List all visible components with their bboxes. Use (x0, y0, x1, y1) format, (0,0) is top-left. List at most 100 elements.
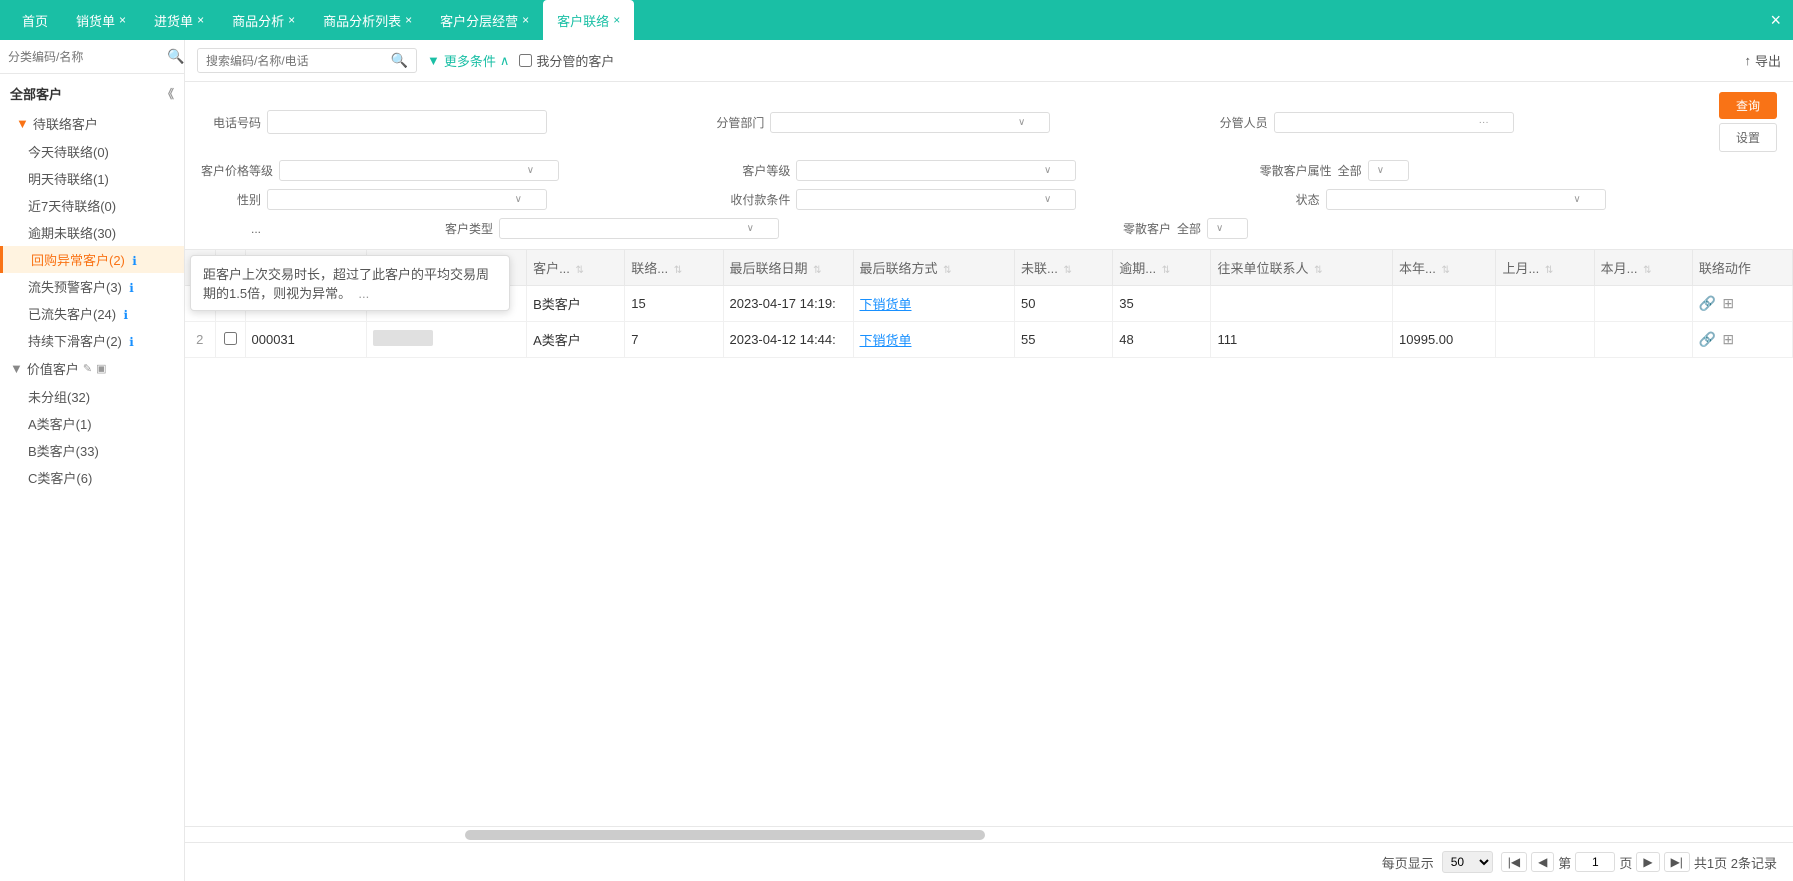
info-icon[interactable]: ℹ (123, 308, 128, 322)
nav-item-home[interactable]: 首页 (8, 0, 62, 40)
search-icon[interactable]: 🔍 (391, 52, 408, 69)
settings-button[interactable]: 设置 (1719, 123, 1777, 152)
sidebar-group-pending[interactable]: ▼ 待联络客户 (0, 109, 184, 138)
payment-select[interactable]: ∨ (796, 189, 1076, 210)
department-select[interactable]: ∨ (770, 112, 1050, 133)
sidebar-item-today[interactable]: 今天待联络(0) (0, 138, 184, 165)
status-select[interactable]: ∨ (1326, 189, 1606, 210)
nav-item-product-analysis[interactable]: 商品分析 × (218, 0, 309, 40)
close-icon[interactable]: × (522, 13, 529, 27)
edit-icon[interactable]: ✎ (83, 362, 92, 375)
sort-icon[interactable]: ⇅ (1064, 265, 1072, 276)
close-icon[interactable]: × (197, 13, 204, 27)
sort-icon[interactable]: ⇅ (1162, 265, 1170, 276)
customer-level-select[interactable]: ∨ (796, 160, 1076, 181)
sidebar-search-bar: 🔍 (0, 40, 184, 74)
price-level-select[interactable]: ∨ (279, 160, 559, 181)
per-page-select[interactable]: 50 100 200 (1442, 851, 1493, 873)
sidebar-item-overdue[interactable]: 逾期未联络(30) (0, 219, 184, 246)
col-customer-type: 客户... ⇅ (527, 250, 625, 286)
next-page-button[interactable]: ▶ (1636, 852, 1659, 872)
horizontal-scrollbar[interactable] (185, 826, 1793, 842)
this-year-amount (1393, 286, 1496, 322)
sidebar-item-churn-warning[interactable]: 流失预警客户(3) ℹ (0, 273, 184, 300)
contact-grid-icon[interactable]: ⊞ (1722, 331, 1734, 348)
page-label: 第 (1558, 853, 1571, 872)
query-button[interactable]: 查询 (1719, 92, 1777, 119)
search-input[interactable] (206, 54, 391, 68)
sort-icon[interactable]: ⇅ (576, 265, 584, 276)
sidebar-item-class-a[interactable]: A类客户(1) (0, 410, 184, 437)
first-page-button[interactable]: |◀ (1501, 852, 1527, 872)
last-contact-link[interactable]: 下销货单 (860, 333, 912, 348)
sidebar-item-declining[interactable]: 持续下滑客户(2) ℹ (0, 327, 184, 354)
gender-select[interactable]: ∨ (267, 189, 547, 210)
contact-link-icon[interactable]: 🔗 (1699, 331, 1716, 348)
sort-icon[interactable]: ⇅ (813, 265, 821, 276)
nav-item-customer-tier[interactable]: 客户分层经营 × (426, 0, 543, 40)
nav-item-product-list[interactable]: 商品分析列表 × (309, 0, 426, 40)
col-last-contact-date: 最后联络日期 ⇅ (723, 250, 853, 286)
close-icon[interactable]: × (288, 13, 295, 27)
sidebar: 🔍 全部客户 《 ▼ 待联络客户 今天待联络(0) 明天待联络(1) 近7天待联… (0, 40, 185, 881)
window-close-button[interactable]: × (1770, 10, 1781, 31)
content-area: 距客户上次交易时长，超过了此客户的平均交易周期的1.5倍，则视为异常。 ... … (185, 40, 1793, 881)
sort-icon[interactable]: ⇅ (1643, 265, 1651, 276)
filter-field-department: 分管部门 ∨ (704, 112, 1195, 133)
manager-select[interactable]: ··· (1274, 112, 1514, 133)
extra-label: ... (201, 222, 261, 236)
nav-item-customer-contact[interactable]: 客户联络 × (543, 0, 634, 40)
close-icon[interactable]: × (119, 13, 126, 27)
row-checkbox[interactable] (224, 332, 237, 345)
page-number-input[interactable] (1575, 852, 1615, 872)
sort-icon[interactable]: ⇅ (1545, 265, 1553, 276)
info-icon[interactable]: ℹ (132, 254, 137, 268)
my-customers-checkbox[interactable] (519, 54, 532, 67)
close-icon[interactable]: × (405, 13, 412, 27)
sidebar-item-class-b[interactable]: B类客户(33) (0, 437, 184, 464)
filter-field-retail-attr: 零散客户属性 全部 ∨ (1260, 160, 1777, 181)
sidebar-search-input[interactable] (8, 50, 163, 64)
my-customers-checkbox-label[interactable]: 我分管的客户 (519, 51, 614, 70)
filter-row-1: 电话号码 分管部门 ∨ 分管人员 ··· (201, 92, 1777, 152)
nav-item-sales[interactable]: 销货单 × (62, 0, 140, 40)
sort-icon[interactable]: ⇅ (674, 265, 682, 276)
prev-page-button[interactable]: ◀ (1531, 852, 1554, 872)
col-unit-contacts: 往来单位联系人 ⇅ (1211, 250, 1393, 286)
sidebar-group-value-customers[interactable]: ▼ 价值客户 ✎ ▣ (0, 354, 184, 383)
export-button[interactable]: ↑ 导出 (1744, 51, 1781, 70)
filter-field-retail-customer: 零散客户 全部 ∨ (1111, 218, 1777, 239)
sort-icon[interactable]: ⇅ (943, 265, 951, 276)
contact-count: 15 (625, 286, 723, 322)
phone-input[interactable] (267, 110, 547, 134)
all-customers-title[interactable]: 全部客户 《 (0, 78, 184, 109)
export-icon: ↑ (1744, 53, 1751, 68)
chevron-down-icon: ∨ (1018, 117, 1025, 128)
tooltip-more-icon[interactable]: ... (358, 286, 369, 301)
more-conditions-button[interactable]: ▼ 更多条件 ∧ (427, 51, 509, 70)
sort-icon[interactable]: ⇅ (1314, 265, 1322, 276)
contact-grid-icon[interactable]: ⊞ (1722, 295, 1734, 312)
sidebar-item-churned[interactable]: 已流失客户(24) ℹ (0, 300, 184, 327)
contact-link-icon[interactable]: 🔗 (1699, 295, 1716, 312)
retail-attr-select[interactable]: ∨ (1368, 160, 1409, 181)
sidebar-item-ungrouped[interactable]: 未分组(32) (0, 383, 184, 410)
retail-customer-select[interactable]: ∨ (1207, 218, 1248, 239)
sidebar-item-repurchase-abnormal[interactable]: 回购异常客户(2) ℹ (0, 246, 184, 273)
info-icon[interactable]: ℹ (129, 281, 134, 295)
search-icon[interactable]: 🔍 (167, 48, 184, 65)
manager-label: 分管人员 (1208, 114, 1268, 131)
sort-icon[interactable]: ⇅ (1442, 265, 1450, 276)
scroll-thumb[interactable] (465, 830, 985, 840)
customer-type-select[interactable]: ∨ (499, 218, 779, 239)
info-icon[interactable]: ℹ (129, 335, 134, 349)
last-contact-link[interactable]: 下销货单 (860, 297, 912, 312)
chevron-down-icon: ∨ (1044, 194, 1051, 205)
add-group-icon[interactable]: ▣ (96, 362, 106, 375)
close-icon[interactable]: × (613, 13, 620, 27)
sidebar-item-7days[interactable]: 近7天待联络(0) (0, 192, 184, 219)
sidebar-item-tomorrow[interactable]: 明天待联络(1) (0, 165, 184, 192)
nav-item-purchase[interactable]: 进货单 × (140, 0, 218, 40)
sidebar-item-class-c[interactable]: C类客户(6) (0, 464, 184, 491)
last-page-button[interactable]: ▶| (1664, 852, 1690, 872)
